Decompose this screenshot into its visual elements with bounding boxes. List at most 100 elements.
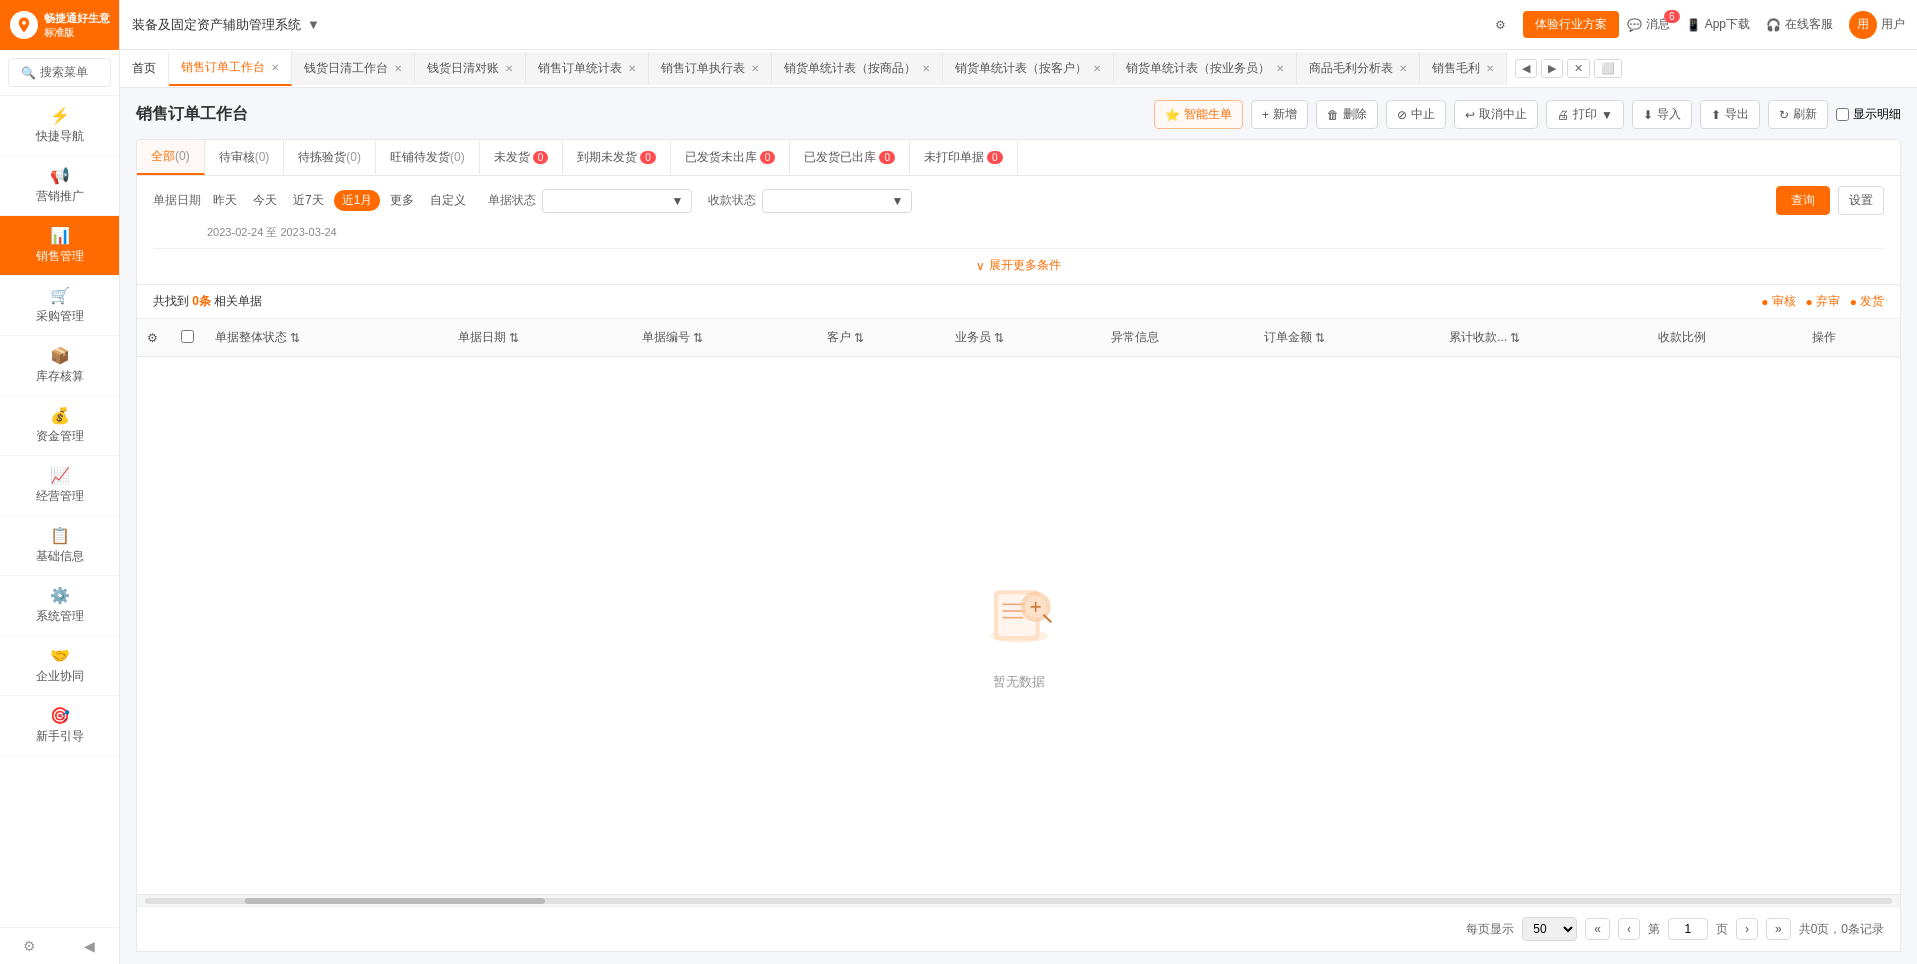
shortcut-yesterday[interactable]: 昨天: [207, 190, 243, 211]
ship-button[interactable]: ● 发货: [1850, 293, 1884, 310]
tab-sales-summary-staff[interactable]: 销货单统计表（按业务员） ✕: [1114, 52, 1297, 85]
tab-margin-analysis[interactable]: 商品毛利分析表 ✕: [1297, 52, 1420, 85]
tab-sales-exec-close[interactable]: ✕: [751, 63, 759, 74]
show-detail-label[interactable]: 显示明细: [1836, 106, 1901, 123]
shortcut-today[interactable]: 今天: [247, 190, 283, 211]
th-checkbox[interactable]: [167, 319, 207, 357]
tab-summary-staff-close[interactable]: ✕: [1276, 63, 1284, 74]
shortcut-7days[interactable]: 近7天: [287, 190, 330, 211]
expand-more-button[interactable]: ∨ 展开更多条件: [976, 257, 1061, 274]
scrollbar-track[interactable]: [145, 898, 1892, 904]
tab-close-all-button[interactable]: ✕: [1567, 59, 1590, 78]
tab-sales-summary-product[interactable]: 销货单统计表（按商品） ✕: [772, 52, 943, 85]
filter-tab-wangpu[interactable]: 旺铺待发货(0): [376, 141, 480, 174]
tab-cash-check-close[interactable]: ✕: [505, 63, 513, 74]
export-button[interactable]: ⬆ 导出: [1700, 100, 1760, 129]
message-button[interactable]: 💬 6 消息: [1627, 16, 1670, 33]
app-download-button[interactable]: 📱 App下载: [1686, 16, 1750, 33]
prev-page-button[interactable]: ‹: [1618, 918, 1640, 940]
set-button[interactable]: 设置: [1838, 186, 1884, 215]
tab-profit-close[interactable]: ✕: [1486, 63, 1494, 74]
filter-tab-not-shipped[interactable]: 未发货0: [480, 141, 564, 174]
horizontal-scrollbar[interactable]: [137, 894, 1900, 906]
sort-amount[interactable]: 订单金额 ⇅: [1264, 329, 1433, 346]
select-all-checkbox[interactable]: [181, 330, 194, 343]
page-number-input[interactable]: [1668, 918, 1708, 940]
shortcut-custom[interactable]: 自定义: [424, 190, 472, 211]
sidebar-item-business[interactable]: 📈 经营管理: [0, 456, 119, 516]
sidebar-collapse-button[interactable]: ◀: [60, 928, 120, 964]
tab-sales-order-close[interactable]: ✕: [271, 62, 279, 73]
tab-next-button[interactable]: ▶: [1541, 59, 1563, 78]
user-menu[interactable]: 用 用户: [1849, 11, 1905, 39]
sort-date[interactable]: 单据日期 ⇅: [458, 329, 627, 346]
tab-maximize-button[interactable]: ⬜: [1594, 59, 1622, 78]
show-detail-checkbox[interactable]: [1836, 108, 1849, 121]
sidebar-item-basic[interactable]: 📋 基础信息: [0, 516, 119, 576]
sort-staff[interactable]: 业务员 ⇅: [955, 329, 1095, 346]
tab-margin-close[interactable]: ✕: [1399, 63, 1407, 74]
column-settings-icon[interactable]: ⚙: [147, 331, 158, 345]
audit-button[interactable]: ● 审核: [1761, 293, 1795, 310]
tab-sales-summary-customer[interactable]: 销货单统计表（按客户） ✕: [943, 52, 1114, 85]
payment-select[interactable]: ▼: [762, 189, 912, 213]
stop-button[interactable]: ⊘ 中止: [1386, 100, 1446, 129]
tab-sales-stats-close[interactable]: ✕: [628, 63, 636, 74]
tab-prev-button[interactable]: ◀: [1515, 59, 1537, 78]
sort-collected[interactable]: 累计收款... ⇅: [1449, 329, 1642, 346]
tab-sales-stats[interactable]: 销售订单统计表 ✕: [526, 52, 649, 85]
next-page-button[interactable]: ›: [1736, 918, 1758, 940]
filter-tab-all[interactable]: 全部(0): [137, 140, 205, 175]
cancel-audit-button[interactable]: ● 弃审: [1806, 293, 1840, 310]
sidebar-item-purchase[interactable]: 🛒 采购管理: [0, 276, 119, 336]
topbar-settings-button[interactable]: ⚙: [1487, 11, 1515, 39]
scrollbar-thumb[interactable]: [245, 898, 545, 904]
import-button[interactable]: ⬇ 导入: [1632, 100, 1692, 129]
th-settings[interactable]: ⚙: [137, 319, 167, 357]
sidebar-item-system[interactable]: ⚙️ 系统管理: [0, 576, 119, 636]
sidebar-item-sales[interactable]: 📊 销售管理: [0, 216, 119, 276]
smart-generate-button[interactable]: ⭐ 智能生单: [1154, 100, 1243, 129]
shortcut-more[interactable]: 更多: [384, 190, 420, 211]
filter-tab-shipped-not-out[interactable]: 已发货未出库0: [671, 141, 791, 174]
shortcut-1month[interactable]: 近1月: [334, 190, 381, 211]
per-page-select[interactable]: 50 10 20 100: [1522, 917, 1577, 941]
tab-cash-check[interactable]: 钱货日清对账 ✕: [415, 52, 526, 85]
tab-home[interactable]: 首页: [120, 52, 169, 85]
print-button[interactable]: 🖨 打印 ▼: [1546, 100, 1624, 129]
online-service-button[interactable]: 🎧 在线客服: [1766, 16, 1833, 33]
sort-status[interactable]: 单据整体状态 ⇅: [215, 329, 442, 346]
tab-sales-exec[interactable]: 销售订单执行表 ✕: [649, 52, 772, 85]
new-button[interactable]: + 新增: [1251, 100, 1308, 129]
filter-tab-not-printed[interactable]: 未打印单据0: [910, 141, 1018, 174]
filter-tab-pending-inspect[interactable]: 待拣验货(0): [284, 141, 376, 174]
sidebar-item-inventory[interactable]: 📦 库存核算: [0, 336, 119, 396]
system-dropdown[interactable]: ▼: [307, 17, 320, 32]
filter-tab-shipped-out[interactable]: 已发货已出库0: [790, 141, 910, 174]
filter-tab-pending-review[interactable]: 待审核(0): [205, 141, 285, 174]
filter-tab-overdue[interactable]: 到期未发货0: [563, 141, 671, 174]
sidebar-settings-button[interactable]: ⚙: [0, 928, 60, 964]
industry-plan-button[interactable]: 体验行业方案: [1523, 11, 1619, 38]
tab-sales-order[interactable]: 销售订单工作台 ✕: [169, 51, 292, 86]
sidebar-item-finance[interactable]: 💰 资金管理: [0, 396, 119, 456]
first-page-button[interactable]: «: [1585, 918, 1610, 940]
tab-cash-daily[interactable]: 钱货日清工作台 ✕: [292, 52, 415, 85]
sidebar-item-guide[interactable]: 🎯 新手引导: [0, 696, 119, 756]
delete-button[interactable]: 🗑 删除: [1316, 100, 1378, 129]
last-page-button[interactable]: »: [1766, 918, 1791, 940]
sidebar-item-cooperation[interactable]: 🤝 企业协同: [0, 636, 119, 696]
sidebar-item-quick-nav[interactable]: ⚡ 快捷导航: [0, 96, 119, 156]
sidebar-item-marketing[interactable]: 📢 营销推广: [0, 156, 119, 216]
tab-summary-product-close[interactable]: ✕: [922, 63, 930, 74]
sort-customer[interactable]: 客户 ⇅: [827, 329, 938, 346]
refresh-button[interactable]: ↻ 刷新: [1768, 100, 1828, 129]
tab-cash-daily-close[interactable]: ✕: [394, 63, 402, 74]
tab-summary-customer-close[interactable]: ✕: [1093, 63, 1101, 74]
search-menu-button[interactable]: 🔍 搜索菜单: [8, 58, 111, 87]
tab-sales-profit[interactable]: 销售毛利 ✕: [1420, 52, 1507, 85]
query-button[interactable]: 查询: [1776, 186, 1830, 215]
cancel-stop-button[interactable]: ↩ 取消中止: [1454, 100, 1538, 129]
sort-number[interactable]: 单据编号 ⇅: [642, 329, 811, 346]
status-select[interactable]: ▼: [542, 189, 692, 213]
